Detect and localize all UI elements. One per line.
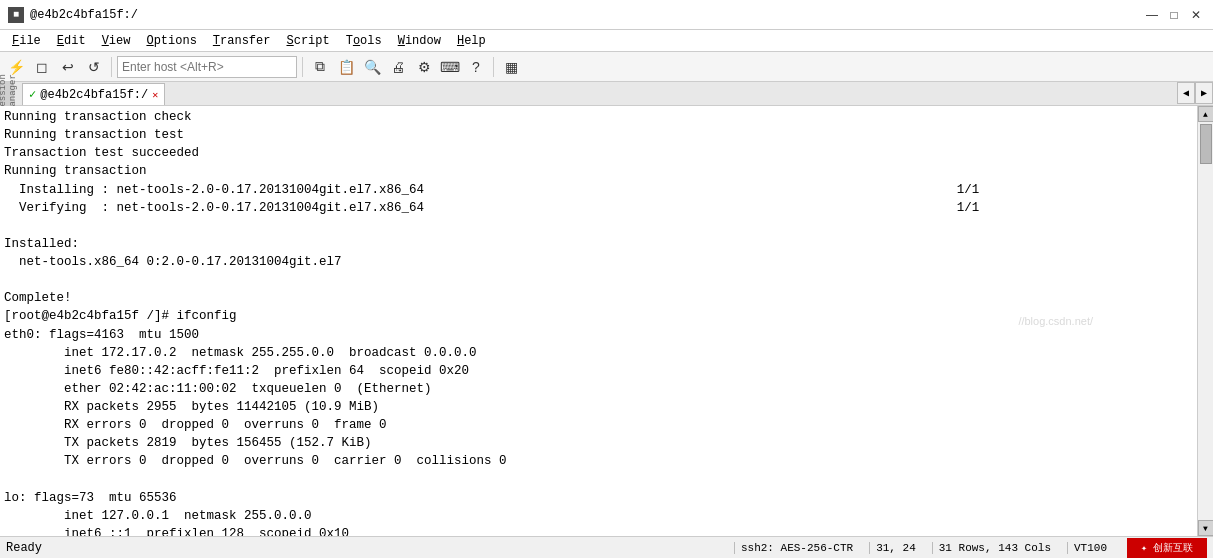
toolbar-grid-btn[interactable]: ▦ bbox=[499, 55, 523, 79]
window-title: @e4b2c4bfa15f:/ bbox=[30, 8, 138, 22]
status-right: ssh2: AES-256-CTR 31, 24 31 Rows, 143 Co… bbox=[734, 538, 1207, 558]
toolbar-print-btn[interactable]: 🖨 bbox=[386, 55, 410, 79]
menu-script[interactable]: Script bbox=[278, 32, 337, 50]
toolbar-sep-3 bbox=[493, 57, 494, 77]
status-ssh: ssh2: AES-256-CTR bbox=[734, 542, 859, 554]
close-button[interactable]: ✕ bbox=[1187, 6, 1205, 24]
tab-next-btn[interactable]: ▶ bbox=[1195, 82, 1213, 104]
menu-options[interactable]: Options bbox=[138, 32, 204, 50]
host-input[interactable] bbox=[117, 56, 297, 78]
toolbar-map-btn[interactable]: ⌨ bbox=[438, 55, 462, 79]
status-logo: ✦ 创新互联 bbox=[1127, 538, 1207, 558]
toolbar-reconnect-btn[interactable]: ↺ bbox=[82, 55, 106, 79]
scrollbar-thumb[interactable] bbox=[1200, 124, 1212, 164]
status-bar: Ready ssh2: AES-256-CTR 31, 24 31 Rows, … bbox=[0, 536, 1213, 558]
toolbar-copy-btn[interactable]: ⧉ bbox=[308, 55, 332, 79]
app-icon: ■ bbox=[8, 7, 24, 23]
toolbar-find-btn[interactable]: 🔍 bbox=[360, 55, 384, 79]
terminal[interactable]: Running transaction check Running transa… bbox=[0, 106, 1197, 536]
toolbar-open-btn[interactable]: ◻ bbox=[30, 55, 54, 79]
main-layout: Running transaction check Running transa… bbox=[0, 106, 1213, 536]
scrollbar[interactable]: ▲ ▼ bbox=[1197, 106, 1213, 536]
title-bar: ■ @e4b2c4bfa15f:/ — □ ✕ bbox=[0, 0, 1213, 30]
menu-help[interactable]: Help bbox=[449, 32, 494, 50]
minimize-button[interactable]: — bbox=[1143, 6, 1161, 24]
toolbar-paste-btn[interactable]: 📋 bbox=[334, 55, 358, 79]
menu-bar: File Edit View Options Transfer Script T… bbox=[0, 30, 1213, 52]
status-term: VT100 bbox=[1067, 542, 1113, 554]
menu-window[interactable]: Window bbox=[390, 32, 449, 50]
toolbar-settings-btn[interactable]: ⚙ bbox=[412, 55, 436, 79]
scrollbar-track bbox=[1198, 122, 1214, 520]
tab-nav: ◀ ▶ bbox=[1177, 82, 1213, 104]
tab-close-icon[interactable]: ✕ bbox=[152, 89, 158, 101]
maximize-button[interactable]: □ bbox=[1165, 6, 1183, 24]
status-position: 31, 24 bbox=[869, 542, 922, 554]
toolbar-help-btn[interactable]: ? bbox=[464, 55, 488, 79]
toolbar-sep-1 bbox=[111, 57, 112, 77]
tab-bar: Session Manager ✓ @e4b2c4bfa15f:/ ✕ ◀ ▶ bbox=[0, 82, 1213, 106]
title-bar-left: ■ @e4b2c4bfa15f:/ bbox=[8, 7, 138, 23]
menu-file[interactable]: File bbox=[4, 32, 49, 50]
tab-label: @e4b2c4bfa15f:/ bbox=[40, 88, 148, 102]
scroll-up-btn[interactable]: ▲ bbox=[1198, 106, 1214, 122]
scroll-down-btn[interactable]: ▼ bbox=[1198, 520, 1214, 536]
menu-tools[interactable]: Tools bbox=[338, 32, 390, 50]
tab-check-icon: ✓ bbox=[29, 87, 36, 102]
toolbar: ⚡ ◻ ↩ ↺ ⧉ 📋 🔍 🖨 ⚙ ⌨ ? ▦ bbox=[0, 52, 1213, 82]
window-controls: — □ ✕ bbox=[1143, 6, 1205, 24]
status-size: 31 Rows, 143 Cols bbox=[932, 542, 1057, 554]
terminal-wrapper: Running transaction check Running transa… bbox=[0, 106, 1213, 536]
toolbar-undo-btn[interactable]: ↩ bbox=[56, 55, 80, 79]
menu-view[interactable]: View bbox=[94, 32, 139, 50]
status-ready: Ready bbox=[6, 541, 734, 555]
toolbar-sep-2 bbox=[302, 57, 303, 77]
menu-transfer[interactable]: Transfer bbox=[205, 32, 279, 50]
active-tab[interactable]: ✓ @e4b2c4bfa15f:/ ✕ bbox=[22, 83, 165, 105]
session-manager-label: Session Manager bbox=[0, 82, 14, 105]
menu-edit[interactable]: Edit bbox=[49, 32, 94, 50]
tab-prev-btn[interactable]: ◀ bbox=[1177, 82, 1195, 104]
